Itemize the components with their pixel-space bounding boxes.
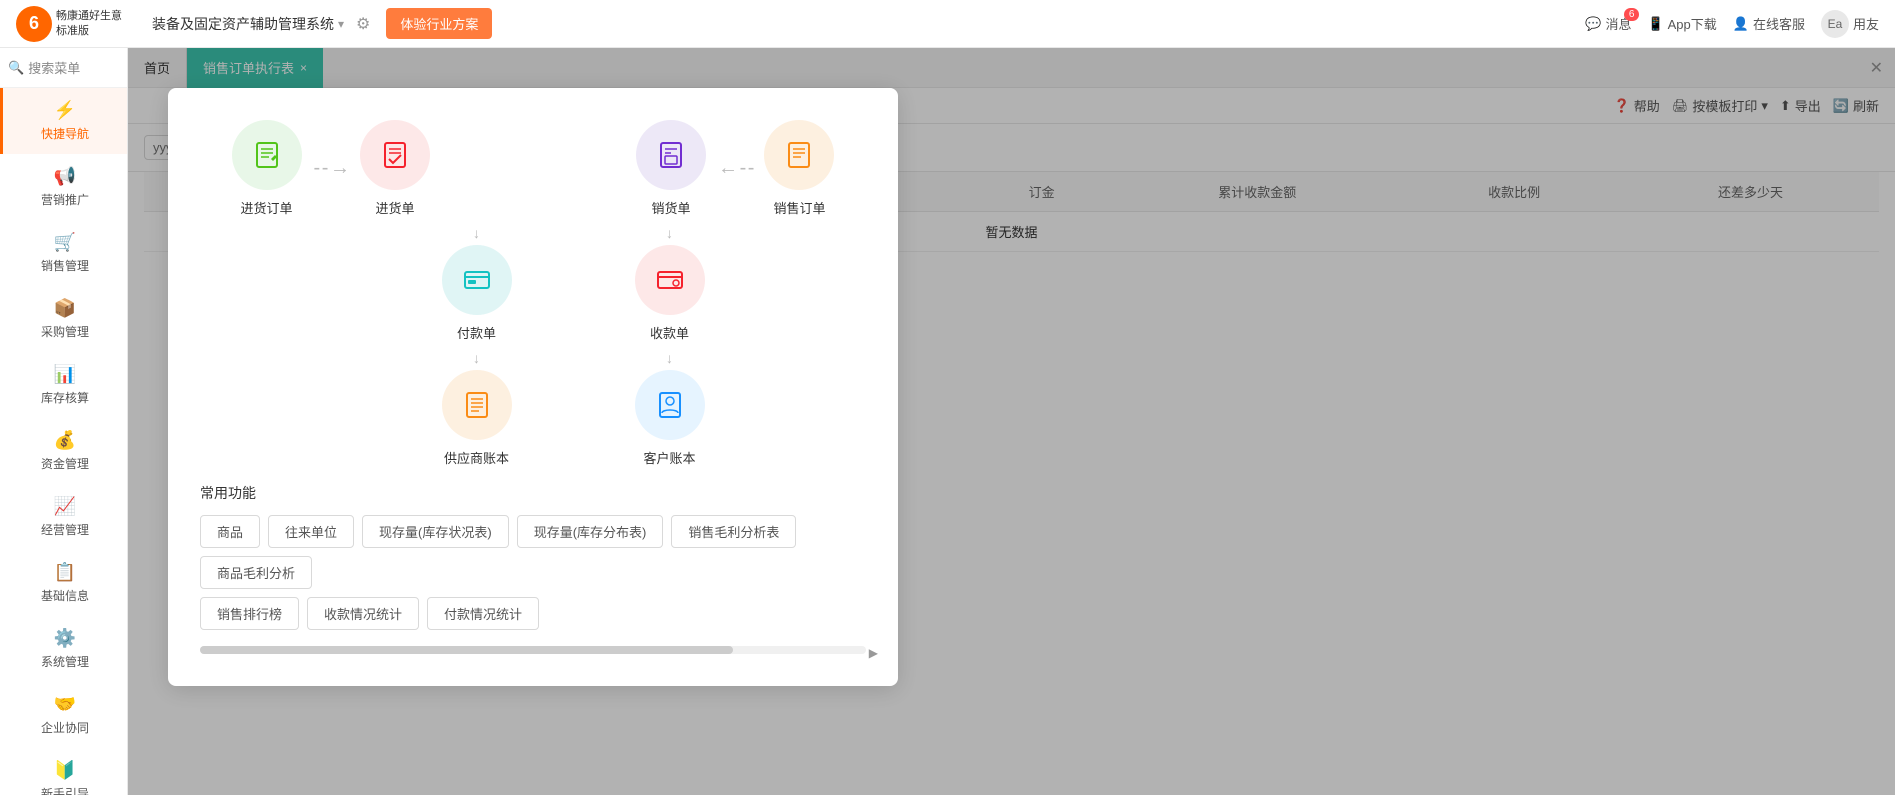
scroll-right-icon[interactable]: ▶ (869, 646, 878, 660)
guide-icon: 🔰 (54, 760, 76, 781)
service-icon: 👤 (1733, 16, 1749, 32)
online-service-btn[interactable]: 👤 在线客服 (1733, 14, 1805, 33)
basic-icon: 📋 (54, 562, 76, 583)
sales-order-label: 销售订单 (773, 198, 825, 217)
flow-node-purchase-bill[interactable]: 进货单 (360, 120, 430, 217)
sidebar-item-system[interactable]: ⚙️ 系统管理 (0, 616, 127, 682)
function-buttons-row1: 商品 往来单位 现存量(库存状况表) 现存量(库存分布表) 销售毛利分析表 商品… (200, 515, 866, 589)
sales-bill-label: 销货单 (652, 198, 691, 217)
sidebar-item-inventory[interactable]: 📊 库存核算 (0, 352, 127, 418)
sidebar-item-sales[interactable]: 🛒 销售管理 (0, 220, 127, 286)
inventory-icon: 📊 (54, 364, 76, 385)
marketing-icon: 📢 (54, 166, 76, 187)
system-name: 装备及固定资产辅助管理系统 (152, 14, 334, 34)
payment-label: 付款单 (457, 323, 496, 342)
flow-node-purchase-order[interactable]: 进货订单 (232, 120, 302, 217)
flow-node-sales-order[interactable]: 销售订单 (764, 120, 834, 217)
common-functions: 常用功能 商品 往来单位 现存量(库存状况表) 现存量(库存分布表) 销售毛利分… (200, 483, 866, 630)
fn-btn-sales-rank[interactable]: 销售排行榜 (200, 597, 299, 630)
phone-icon: 📱 (1647, 16, 1663, 32)
common-functions-title: 常用功能 (200, 483, 866, 503)
quick-guide-modal: 进货订单 - - → 进货单 (168, 88, 898, 686)
receipt-label: 收款单 (650, 323, 689, 342)
search-icon: 🔍 (8, 60, 24, 76)
finance-icon: 💰 (54, 430, 76, 451)
sidebar-item-marketing[interactable]: 📢 营销推广 (0, 154, 127, 220)
operation-icon: 📈 (54, 496, 76, 517)
fn-btn-sales-profit[interactable]: 销售毛利分析表 (671, 515, 796, 548)
dropdown-icon[interactable]: ▾ (338, 17, 344, 31)
purchase-order-label: 进货订单 (241, 198, 293, 217)
gear-icon[interactable]: ⚙ (356, 14, 370, 34)
fn-btn-receipt-stats[interactable]: 收款情况统计 (307, 597, 419, 630)
sales-bill-icon (636, 120, 706, 190)
purchase-bill-label: 进货单 (375, 198, 414, 217)
system-icon: ⚙️ (54, 628, 76, 649)
customer-ledger-icon (635, 370, 705, 440)
purchase-order-icon (232, 120, 302, 190)
supplier-ledger-label: 供应商账本 (444, 448, 509, 467)
message-icon: 💬 (1585, 16, 1601, 32)
purchase-icon: 📦 (54, 298, 76, 319)
logo-area: 6 畅康通好生意 标准版 (16, 6, 144, 42)
sidebar-item-collab[interactable]: 🤝 企业协同 (0, 682, 127, 748)
flow-node-sales-bill[interactable]: 销货单 (636, 120, 706, 217)
system-name-area: 装备及固定资产辅助管理系统 ▾ (152, 14, 344, 34)
quick-nav-icon: ⚡ (54, 100, 76, 121)
sidebar-item-quick-nav[interactable]: ⚡ 快捷导航 (0, 88, 127, 154)
top-right-area: 💬 消息 6 📱 App下载 👤 在线客服 Ea 用友 (1585, 10, 1879, 38)
sidebar: 🔍 搜索菜单 ⚡ 快捷导航 📢 营销推广 🛒 销售管理 📦 采购管理 📊 (0, 48, 128, 795)
fn-btn-product-profit[interactable]: 商品毛利分析 (200, 556, 312, 589)
message-badge: 6 (1624, 8, 1640, 21)
sidebar-item-purchase[interactable]: 📦 采购管理 (0, 286, 127, 352)
fn-btn-payment-stats[interactable]: 付款情况统计 (427, 597, 539, 630)
sales-order-icon (764, 120, 834, 190)
message-btn[interactable]: 💬 消息 6 (1585, 14, 1631, 33)
experience-button[interactable]: 体验行业方案 (386, 8, 492, 39)
app-download-btn[interactable]: 📱 App下载 (1647, 14, 1716, 33)
fn-btn-stock-status[interactable]: 现存量(库存状况表) (362, 515, 509, 548)
search-menu[interactable]: 🔍 搜索菜单 (0, 48, 127, 88)
fn-btn-stock-dist[interactable]: 现存量(库存分布表) (517, 515, 664, 548)
flow-node-receipt[interactable]: 收款单 (635, 245, 705, 342)
collab-icon: 🤝 (54, 694, 76, 715)
purchase-bill-icon (360, 120, 430, 190)
logo-icon: 6 (16, 6, 52, 42)
modal-scrollbar[interactable]: ▶ (200, 646, 866, 654)
fn-btn-partner[interactable]: 往来单位 (268, 515, 354, 548)
sidebar-item-guide[interactable]: 🔰 新手引导 (0, 748, 127, 795)
flow-node-payment[interactable]: 付款单 (442, 245, 512, 342)
receipt-icon (635, 245, 705, 315)
fn-btn-product[interactable]: 商品 (200, 515, 260, 548)
user-area[interactable]: Ea 用友 (1821, 10, 1879, 38)
sales-icon: 🛒 (54, 232, 76, 253)
sidebar-item-finance[interactable]: 💰 资金管理 (0, 418, 127, 484)
flow-node-customer-ledger[interactable]: 客户账本 (635, 370, 705, 467)
logo-text: 畅康通好生意 标准版 (56, 9, 122, 38)
sidebar-item-operation[interactable]: 📈 经营管理 (0, 484, 127, 550)
function-buttons-row2: 销售排行榜 收款情况统计 付款情况统计 (200, 597, 866, 630)
payment-icon (442, 245, 512, 315)
flow-node-supplier-ledger[interactable]: 供应商账本 (442, 370, 512, 467)
scrollbar-thumb (200, 646, 733, 654)
avatar: Ea (1821, 10, 1849, 38)
sidebar-item-basic[interactable]: 📋 基础信息 (0, 550, 127, 616)
arrow-h2: ← - - (718, 157, 752, 180)
arrow-h1: - - → (314, 157, 348, 180)
customer-ledger-label: 客户账本 (643, 448, 695, 467)
modal-overlay: 进货订单 - - → 进货单 (128, 48, 1895, 795)
supplier-ledger-icon (442, 370, 512, 440)
top-bar: 6 畅康通好生意 标准版 装备及固定资产辅助管理系统 ▾ ⚙ 体验行业方案 💬 … (0, 0, 1895, 48)
